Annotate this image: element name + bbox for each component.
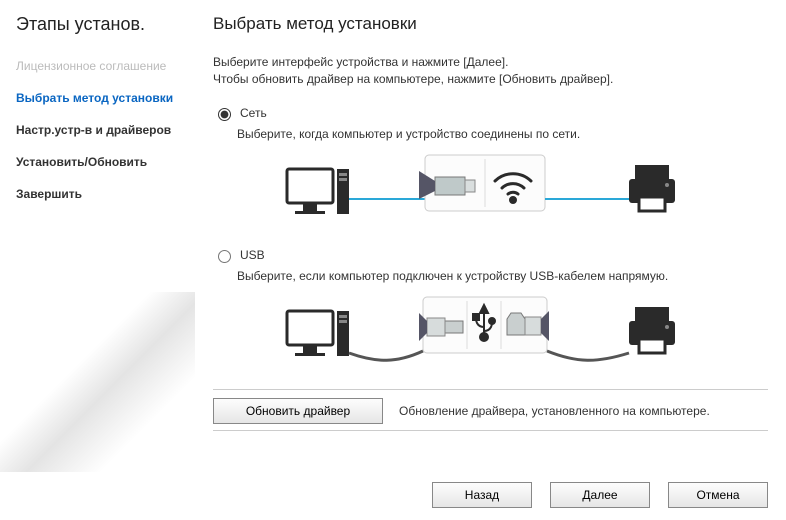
option-network-sub: Выберите, когда компьютер и устройство с… — [237, 127, 768, 141]
network-illustration — [237, 149, 768, 233]
page-title: Выбрать метод установки — [213, 14, 768, 34]
sidebar: Этапы установ. Лицензионное соглашение В… — [0, 0, 195, 472]
bottom-button-bar: Назад Далее Отмена — [0, 472, 786, 520]
step-install: Установить/Обновить — [16, 155, 195, 169]
update-driver-button[interactable]: Обновить драйвер — [213, 398, 383, 424]
cancel-button[interactable]: Отмена — [668, 482, 768, 508]
page-description: Выберите интерфейс устройства и нажмите … — [213, 54, 768, 89]
option-usb-label: USB — [240, 248, 265, 262]
radio-usb[interactable] — [218, 250, 231, 263]
step-finish: Завершить — [16, 187, 195, 201]
usb-illustration — [237, 291, 768, 375]
option-network-row[interactable]: Сеть — [213, 105, 768, 121]
option-usb-sub: Выберите, если компьютер подключен к уст… — [237, 269, 768, 283]
back-button[interactable]: Назад — [432, 482, 532, 508]
update-driver-text: Обновление драйвера, установленного на к… — [399, 404, 710, 418]
step-method: Выбрать метод установки — [16, 91, 195, 105]
step-devices: Настр.устр-в и драйверов — [16, 123, 195, 137]
next-button[interactable]: Далее — [550, 482, 650, 508]
update-driver-row: Обновить драйвер Обновление драйвера, ус… — [213, 389, 768, 431]
sidebar-title: Этапы установ. — [16, 14, 195, 35]
option-network-label: Сеть — [240, 106, 267, 120]
radio-network[interactable] — [218, 108, 231, 121]
step-license: Лицензионное соглашение — [16, 59, 195, 73]
option-usb-row[interactable]: USB — [213, 247, 768, 263]
main-panel: Выбрать метод установки Выберите интерфе… — [195, 0, 786, 472]
